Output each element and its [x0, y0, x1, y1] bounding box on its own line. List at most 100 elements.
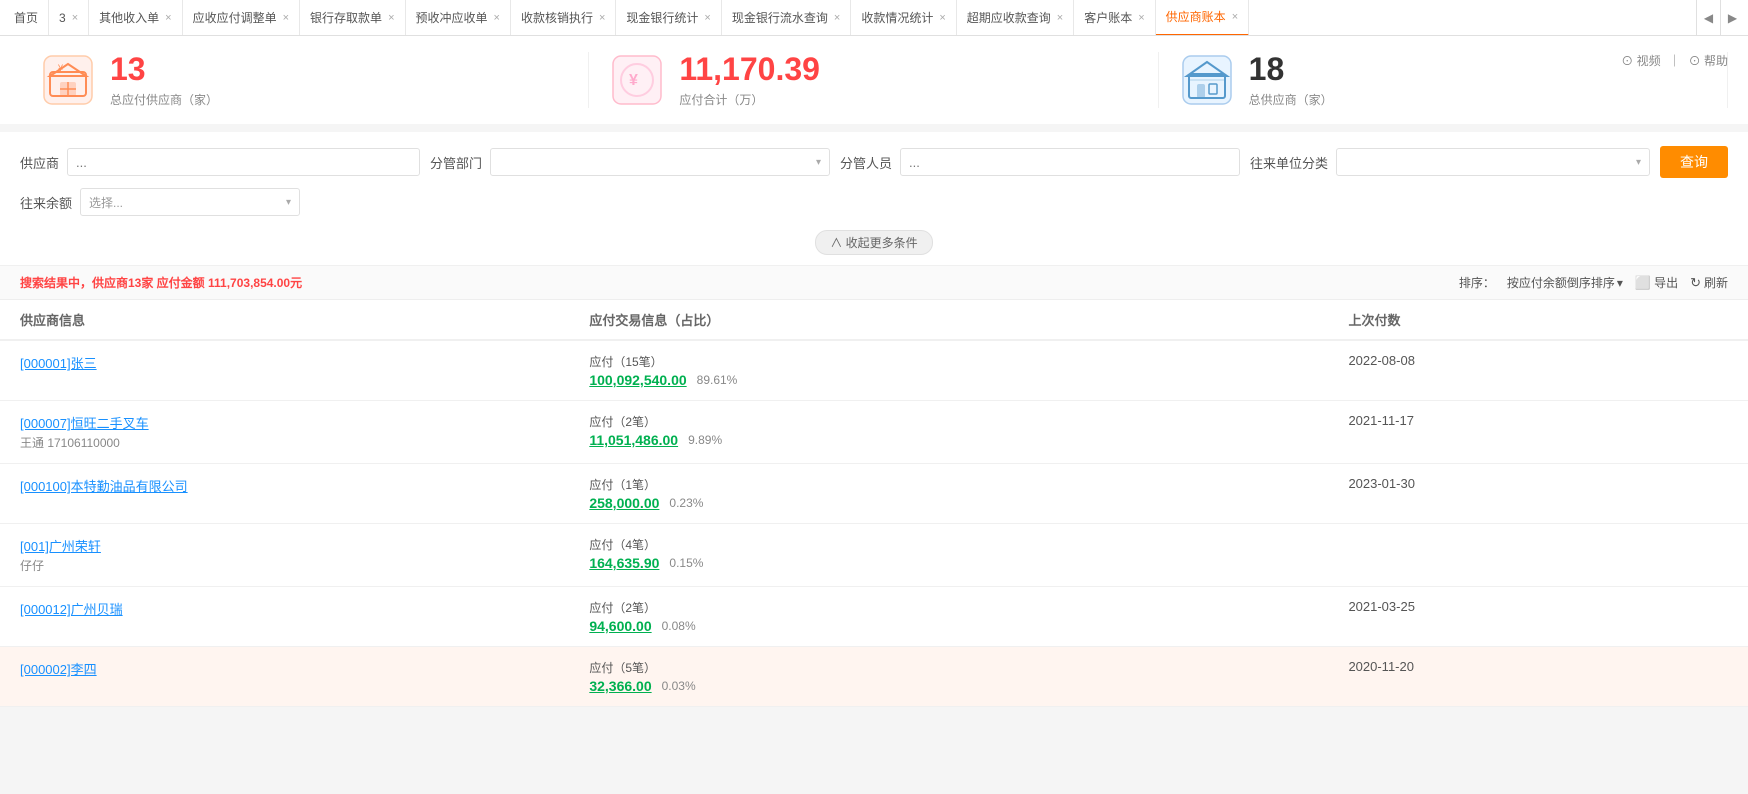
- trans-amount-2[interactable]: 258,000.00: [589, 495, 659, 511]
- transaction-cell-3: 应付（4笔） 164,635.90 0.15%: [589, 536, 1348, 571]
- supplier-link-5[interactable]: [000002]李四: [20, 659, 589, 678]
- nav-tab-collection[interactable]: 收款核销执行 ×: [511, 0, 616, 36]
- refresh-button[interactable]: ↻ 刷新: [1690, 274, 1728, 291]
- svg-text:¥: ¥: [57, 63, 64, 73]
- nav-arrow-right[interactable]: ▶: [1720, 0, 1744, 36]
- supplier-link-2[interactable]: [000100]本特勤油品有限公司: [20, 476, 589, 495]
- supplier-cell-4: [000012]广州贝瑞: [20, 599, 589, 618]
- balance-dropdown[interactable]: 选择... ▾: [80, 188, 300, 216]
- unit-dropdown[interactable]: ▾: [1336, 148, 1650, 176]
- header-help-links: ⊙ 视频 ｜ ⊙ 帮助: [1621, 52, 1728, 69]
- store-icon: [1179, 52, 1235, 108]
- video-link[interactable]: ⊙ 视频: [1621, 52, 1660, 69]
- col-header-lastpay: 上次付数: [1348, 310, 1728, 329]
- export-icon: ⬜: [1635, 275, 1651, 291]
- close-icon[interactable]: ×: [939, 12, 945, 24]
- trans-count-4: 应付（2笔）: [589, 599, 1348, 616]
- trans-count-2: 应付（1笔）: [589, 476, 1348, 493]
- nav-tab-supplier-account[interactable]: 供应商账本 ×: [1156, 0, 1249, 36]
- nav-scroll-arrows: ◀ ▶: [1696, 0, 1744, 36]
- stat-payable-total: ¥ 11,170.39 应付合计（万）: [589, 52, 1158, 108]
- last-pay-date-2: 2023-01-30: [1348, 476, 1415, 491]
- person-label: 分管人员: [840, 153, 892, 172]
- total-supplier-count: 18: [1249, 52, 1333, 87]
- close-icon[interactable]: ×: [599, 12, 605, 24]
- close-icon[interactable]: ×: [72, 12, 78, 24]
- collapse-area: ∧ 收起更多条件: [20, 226, 1728, 255]
- stat-total-info: 18 总供应商（家）: [1249, 52, 1333, 108]
- table-row: [000001]张三 应付（15笔） 100,092,540.00 89.61%…: [0, 341, 1748, 401]
- trans-amount-1[interactable]: 11,051,486.00: [589, 432, 678, 448]
- query-button[interactable]: 查询: [1660, 146, 1728, 178]
- supplier-icon: ¥: [40, 52, 96, 108]
- supplier-cell-1: [000007]恒旺二手叉车 王通 17106110000: [20, 413, 589, 451]
- transaction-cell-5: 应付（5笔） 32,366.00 0.03%: [589, 659, 1348, 694]
- dept-label: 分管部门: [430, 153, 482, 172]
- supplier-input[interactable]: [67, 148, 420, 176]
- supplier-link-3[interactable]: [001]广州荣轩: [20, 536, 589, 555]
- table-row: [000007]恒旺二手叉车 王通 17106110000 应付（2笔） 11,…: [0, 401, 1748, 464]
- nav-tab-cash-bank-stats[interactable]: 现金银行统计 ×: [616, 0, 721, 36]
- transaction-cell-1: 应付（2笔） 11,051,486.00 9.89%: [589, 413, 1348, 448]
- toolbar-actions: 排序： 按应付余额倒序排序 ▾ ⬜ 导出 ↻ 刷新: [1459, 274, 1728, 291]
- help-link[interactable]: ⊙ 帮助: [1689, 52, 1728, 69]
- stats-header: ¥ 13 总应付供应商（家） ¥ 11,170.39 应付合计（万）: [0, 36, 1748, 124]
- close-icon[interactable]: ×: [1232, 11, 1238, 23]
- trans-count-5: 应付（5笔）: [589, 659, 1348, 676]
- supplier-sub-1: 王通 17106110000: [20, 434, 589, 451]
- balance-label: 往来余额: [20, 193, 72, 212]
- balance-field: 往来余额 选择... ▾: [20, 188, 300, 216]
- supplier-label: 总应付供应商（家）: [110, 91, 218, 108]
- trans-pct-1: 9.89%: [688, 433, 722, 447]
- sort-dropdown[interactable]: 按应付余额倒序排序 ▾: [1507, 274, 1623, 291]
- close-icon[interactable]: ×: [165, 12, 171, 24]
- nav-tab-customer-account[interactable]: 客户账本 ×: [1074, 0, 1155, 36]
- collapse-button[interactable]: ∧ 收起更多条件: [815, 230, 932, 255]
- close-icon[interactable]: ×: [1057, 12, 1063, 24]
- nav-tab-bank[interactable]: 银行存取款单 ×: [300, 0, 405, 36]
- search-area: 供应商 分管部门 ▾ 分管人员 往来单位分类 ▾ 查询: [0, 132, 1748, 266]
- close-icon[interactable]: ×: [283, 12, 289, 24]
- table-row: [000100]本特勤油品有限公司 应付（1笔） 258,000.00 0.23…: [0, 464, 1748, 524]
- total-supplier-label: 总供应商（家）: [1249, 91, 1333, 108]
- supplier-link-0[interactable]: [000001]张三: [20, 353, 589, 372]
- unit-field: 往来单位分类 ▾: [1250, 148, 1650, 176]
- search-row-2: 往来余额 选择... ▾: [20, 188, 1728, 216]
- nav-arrow-left[interactable]: ◀: [1696, 0, 1720, 36]
- transaction-cell-0: 应付（15笔） 100,092,540.00 89.61%: [589, 353, 1348, 388]
- supplier-link-1[interactable]: [000007]恒旺二手叉车: [20, 413, 589, 432]
- table-row: [001]广州荣轩 仔仔 应付（4笔） 164,635.90 0.15%: [0, 524, 1748, 587]
- close-icon[interactable]: ×: [834, 12, 840, 24]
- close-icon[interactable]: ×: [704, 12, 710, 24]
- stat-supplier-info: 13 总应付供应商（家）: [110, 52, 218, 108]
- nav-tab-other-income[interactable]: 其他收入单 ×: [89, 0, 182, 36]
- trans-amount-0[interactable]: 100,092,540.00: [589, 372, 686, 388]
- close-icon[interactable]: ×: [388, 12, 394, 24]
- dept-dropdown[interactable]: ▾: [490, 148, 830, 176]
- nav-tab-home[interactable]: 首页: [4, 0, 49, 36]
- supplier-link-4[interactable]: [000012]广州贝瑞: [20, 599, 589, 618]
- trans-pct-2: 0.23%: [669, 496, 703, 510]
- nav-tab-cash-bank-flow[interactable]: 现金银行流水查询 ×: [722, 0, 851, 36]
- trans-amount-3[interactable]: 164,635.90: [589, 555, 659, 571]
- export-button[interactable]: ⬜ 导出: [1635, 274, 1678, 291]
- table-row: [000012]广州贝瑞 应付（2笔） 94,600.00 0.08% 2021…: [0, 587, 1748, 647]
- nav-tab-3[interactable]: 3 ×: [49, 0, 89, 36]
- table-header: 供应商信息 应付交易信息（占比） 上次付数: [0, 300, 1748, 341]
- trans-amount-5[interactable]: 32,366.00: [589, 678, 651, 694]
- person-input[interactable]: [900, 148, 1240, 176]
- close-icon[interactable]: ×: [1138, 12, 1144, 24]
- supplier-sub-3: 仔仔: [20, 557, 589, 574]
- nav-tab-adjustment[interactable]: 应收应付调整单 ×: [183, 0, 300, 36]
- trans-amount-4[interactable]: 94,600.00: [589, 618, 651, 634]
- payable-amount: 11,170.39: [679, 52, 820, 87]
- nav-tab-prepaid[interactable]: 预收冲应收单 ×: [406, 0, 511, 36]
- nav-tab-collection-stats[interactable]: 收款情况统计 ×: [851, 0, 956, 36]
- trans-count-0: 应付（15笔）: [589, 353, 1348, 370]
- result-info: 搜索结果中，供应商13家 应付金额 111,703,854.00元: [20, 274, 1459, 291]
- supplier-cell-3: [001]广州荣轩 仔仔: [20, 536, 589, 574]
- nav-tab-overdue[interactable]: 超期应收款查询 ×: [957, 0, 1074, 36]
- close-icon[interactable]: ×: [494, 12, 500, 24]
- lastpay-cell-5: 2020-11-20: [1348, 659, 1728, 674]
- sort-label: 排序：: [1459, 274, 1495, 291]
